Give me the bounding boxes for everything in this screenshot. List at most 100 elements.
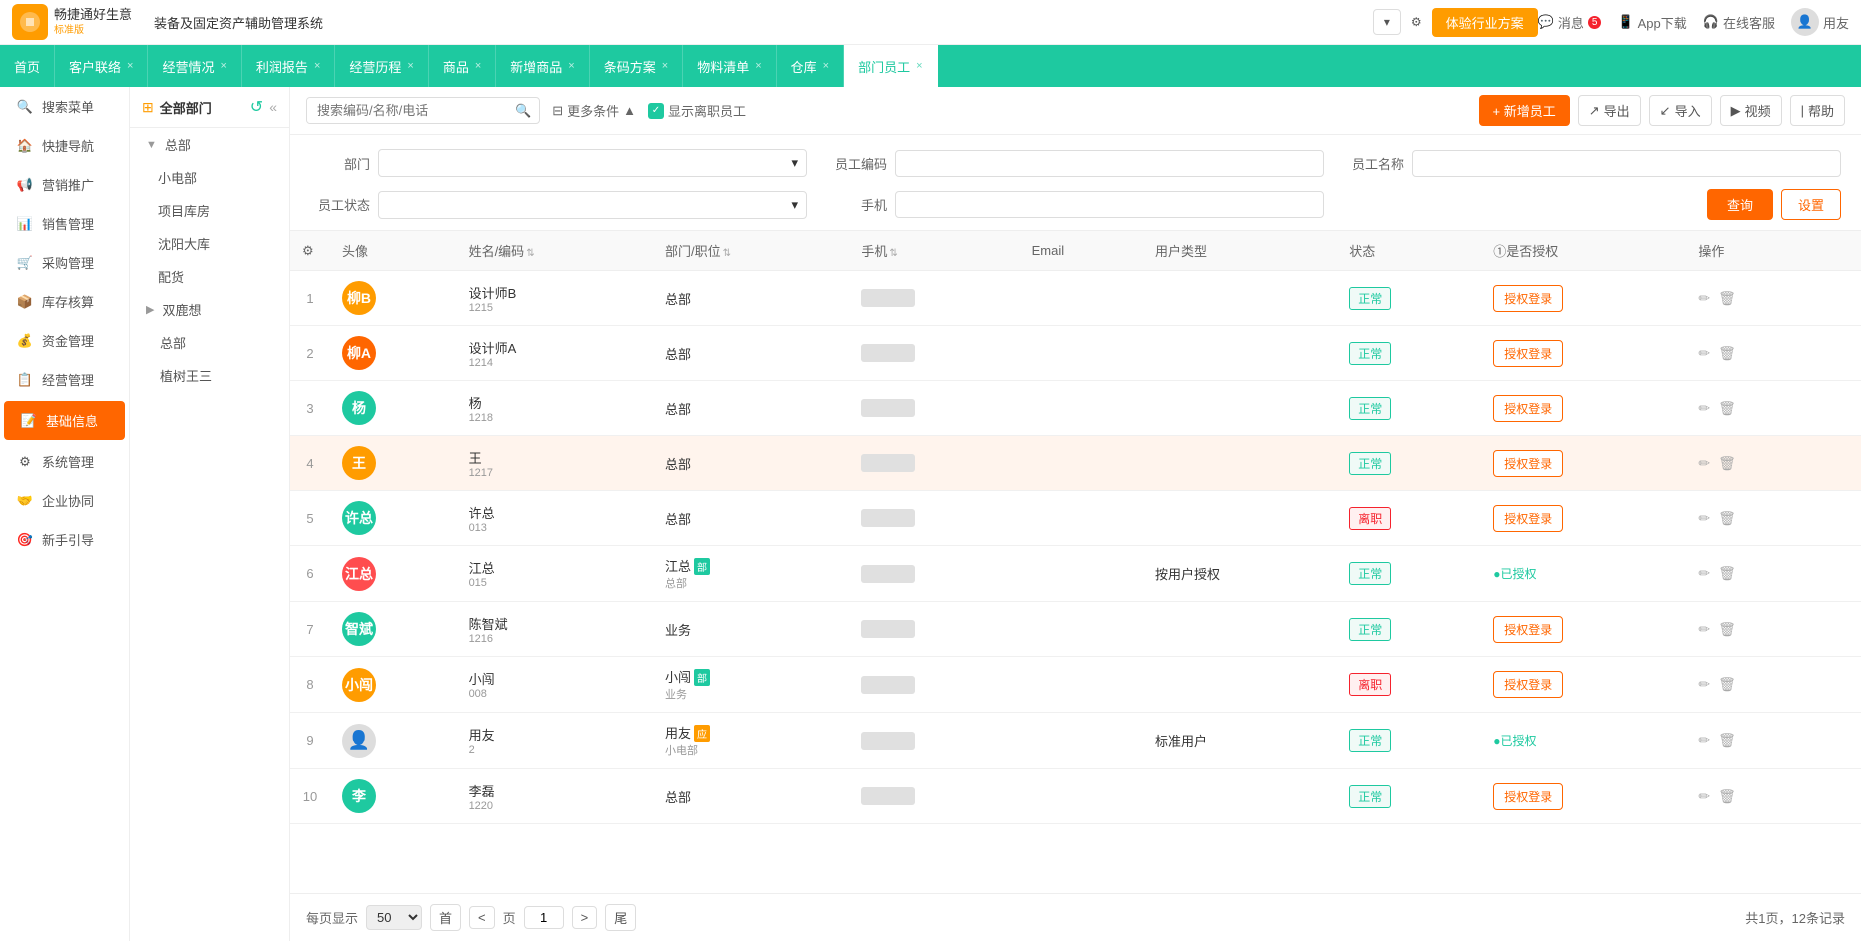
tab-barcode[interactable]: 条码方案× (590, 45, 683, 87)
last-page-btn[interactable]: 尾 (605, 904, 636, 931)
close-icon[interactable]: × (127, 60, 133, 72)
view-btn[interactable]: ▶ 视频 (1720, 95, 1782, 126)
sidebar-item-collab[interactable]: 🤝 企业协同 (0, 481, 129, 520)
phone-input[interactable] (895, 191, 1324, 218)
delete-icon[interactable]: 🗑 (1718, 455, 1736, 472)
edit-icon[interactable]: ✏ (1698, 788, 1710, 805)
sidebar-item-search[interactable]: 🔍 搜索菜单 (0, 87, 129, 126)
auth-login-btn[interactable]: 授权登录 (1493, 671, 1563, 698)
sidebar-item-management[interactable]: 📋 经营管理 (0, 360, 129, 399)
dept-item-xiaodiaobu[interactable]: 小电部 (130, 161, 289, 194)
add-employee-btn[interactable]: + 新增员工 (1479, 95, 1570, 126)
sidebar-item-sales[interactable]: 📊 销售管理 (0, 204, 129, 243)
prev-page-btn[interactable]: < (469, 906, 495, 929)
close-icon[interactable]: × (314, 60, 320, 72)
help-btn[interactable]: | 帮助 (1790, 95, 1845, 126)
auth-login-btn[interactable]: 授权登录 (1493, 450, 1563, 477)
dept-item-shenyang[interactable]: 沈阳大库 (130, 227, 289, 260)
col-phone[interactable]: 手机⇅ (849, 231, 1019, 271)
delete-icon[interactable]: 🗑 (1718, 788, 1736, 805)
edit-icon[interactable]: ✏ (1698, 400, 1710, 417)
show-resigned-toggle[interactable]: ✓ 显示离职员工 (648, 101, 746, 120)
edit-icon[interactable]: ✏ (1698, 565, 1710, 582)
sidebar-item-finance[interactable]: 💰 资金管理 (0, 321, 129, 360)
settings-btn[interactable]: ⚙ (1401, 10, 1432, 34)
delete-icon[interactable]: 🗑 (1718, 510, 1736, 527)
import-btn[interactable]: ↙ 导入 (1649, 95, 1712, 126)
delete-icon[interactable]: 🗑 (1718, 400, 1736, 417)
sidebar-item-basicinfo[interactable]: 📝 基础信息 (4, 401, 125, 440)
dept-item-peihuo[interactable]: 配货 (130, 260, 289, 293)
export-btn[interactable]: ↗ 导出 (1578, 95, 1641, 126)
edit-icon[interactable]: ✏ (1698, 510, 1710, 527)
dept-item-zhishu[interactable]: 植树王三 (130, 359, 289, 392)
close-icon[interactable]: × (662, 60, 668, 72)
edit-icon[interactable]: ✏ (1698, 676, 1710, 693)
tab-add-goods[interactable]: 新增商品× (496, 45, 589, 87)
collapse-dept-btn[interactable]: « (269, 99, 277, 115)
refresh-dept-btn[interactable]: ↺ (250, 97, 263, 117)
dept-item-zongbu2[interactable]: 总部 (130, 326, 289, 359)
auth-login-btn[interactable]: 授权登录 (1493, 783, 1563, 810)
col-name[interactable]: 姓名/编码⇅ (457, 231, 653, 271)
message-btn[interactable]: 💬 消息 5 (1538, 13, 1602, 32)
dept-item-zongbu-root[interactable]: ▼ 总部 (130, 128, 289, 161)
edit-icon[interactable]: ✏ (1698, 345, 1710, 362)
set-btn[interactable]: 设置 (1781, 189, 1841, 220)
sidebar-item-nav[interactable]: 🏠 快捷导航 (0, 126, 129, 165)
close-icon[interactable]: × (916, 60, 922, 72)
edit-icon[interactable]: ✏ (1698, 290, 1710, 307)
close-icon[interactable]: × (755, 60, 761, 72)
emp-name-input[interactable] (1412, 150, 1841, 177)
tab-profit[interactable]: 利润报告× (242, 45, 335, 87)
tab-home[interactable]: 首页 (0, 45, 55, 87)
tab-warehouse[interactable]: 仓库× (777, 45, 844, 87)
sidebar-item-purchase[interactable]: 🛒 采购管理 (0, 243, 129, 282)
close-icon[interactable]: × (220, 60, 226, 72)
sidebar-item-guide[interactable]: 🎯 新手引导 (0, 520, 129, 559)
edit-icon[interactable]: ✏ (1698, 455, 1710, 472)
next-page-btn[interactable]: > (572, 906, 598, 929)
auth-login-btn[interactable]: 授权登录 (1493, 395, 1563, 422)
emp-status-select[interactable]: ▾ (378, 191, 807, 219)
delete-icon[interactable]: 🗑 (1718, 565, 1736, 582)
dept-item-shuanglu[interactable]: ▶ 双鹿想 (130, 293, 289, 326)
online-service-btn[interactable]: 🎧 在线客服 (1703, 13, 1775, 32)
tab-dept-staff[interactable]: 部门员工× (844, 45, 937, 87)
experience-btn[interactable]: 体验行业方案 (1432, 8, 1538, 37)
search-input[interactable] (307, 98, 507, 123)
close-icon[interactable]: × (823, 60, 829, 72)
col-dept[interactable]: 部门/职位⇅ (653, 231, 849, 271)
edit-icon[interactable]: ✏ (1698, 621, 1710, 638)
delete-icon[interactable]: 🗑 (1718, 345, 1736, 362)
close-icon[interactable]: × (407, 60, 413, 72)
query-btn[interactable]: 查询 (1707, 189, 1773, 220)
tab-goods[interactable]: 商品× (429, 45, 496, 87)
tab-bom[interactable]: 物料清单× (683, 45, 776, 87)
delete-icon[interactable]: 🗑 (1718, 621, 1736, 638)
user-btn[interactable]: 👤 用友 (1791, 8, 1849, 36)
settings-icon[interactable]: ⚙ (302, 243, 314, 258)
dropdown-arrow-btn[interactable]: ▾ (1373, 9, 1401, 35)
delete-icon[interactable]: 🗑 (1718, 732, 1736, 749)
tab-history[interactable]: 经营历程× (335, 45, 428, 87)
tab-customer[interactable]: 客户联络× (55, 45, 148, 87)
more-filter-btn[interactable]: ⊟ 更多条件 ▲ (552, 101, 636, 120)
tab-operation[interactable]: 经营情况× (148, 45, 241, 87)
sidebar-item-system[interactable]: ⚙ 系统管理 (0, 442, 129, 481)
sidebar-item-marketing[interactable]: 📢 营销推广 (0, 165, 129, 204)
dept-select[interactable]: ▾ (378, 149, 807, 177)
first-page-btn[interactable]: 首 (430, 904, 461, 931)
close-icon[interactable]: × (568, 60, 574, 72)
page-number-input[interactable] (524, 906, 564, 929)
delete-icon[interactable]: 🗑 (1718, 290, 1736, 307)
close-icon[interactable]: × (475, 60, 481, 72)
auth-login-btn[interactable]: 授权登录 (1493, 505, 1563, 532)
search-submit-btn[interactable]: 🔍 (507, 99, 539, 123)
dept-item-xiangmu[interactable]: 项目库房 (130, 194, 289, 227)
delete-icon[interactable]: 🗑 (1718, 676, 1736, 693)
auth-login-btn[interactable]: 授权登录 (1493, 285, 1563, 312)
auth-login-btn[interactable]: 授权登录 (1493, 616, 1563, 643)
sidebar-item-inventory[interactable]: 📦 库存核算 (0, 282, 129, 321)
emp-code-input[interactable] (895, 150, 1324, 177)
